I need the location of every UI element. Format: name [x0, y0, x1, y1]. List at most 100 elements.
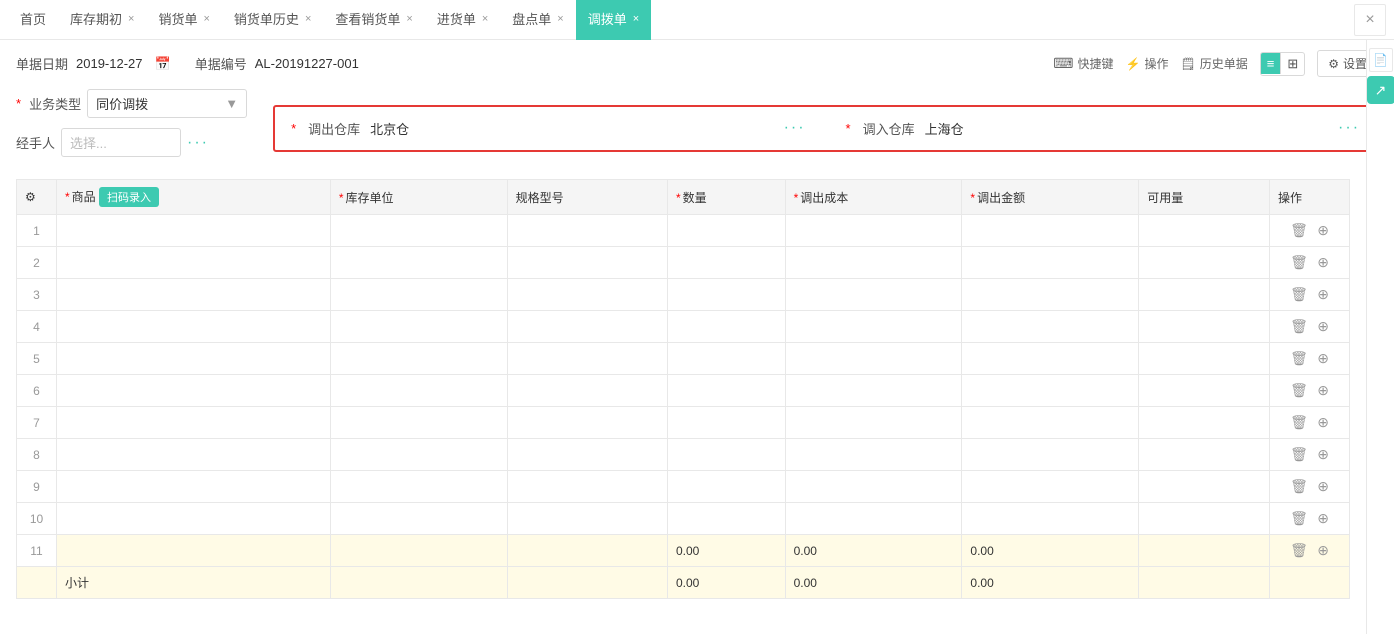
- row-product[interactable]: [57, 503, 331, 535]
- grid-view-button[interactable]: ⊞: [1281, 53, 1304, 75]
- row-copy-icon[interactable]: ⊕: [1317, 222, 1329, 239]
- row-qty[interactable]: [667, 471, 785, 503]
- tab-home[interactable]: 首页: [8, 0, 58, 40]
- tab-purchase[interactable]: 进货单 ×: [425, 0, 500, 40]
- row-qty[interactable]: [667, 247, 785, 279]
- row-action: 🗑 ⊕: [1270, 471, 1350, 503]
- row-delete-icon[interactable]: 🗑: [1290, 414, 1308, 431]
- sidebar-export-button[interactable]: ↗: [1367, 76, 1394, 104]
- row-qty[interactable]: [667, 375, 785, 407]
- row-cost: [785, 215, 962, 247]
- row-product[interactable]: [57, 407, 331, 439]
- history-icon: 🗒: [1180, 57, 1195, 71]
- row-delete-icon[interactable]: 🗑: [1290, 350, 1308, 367]
- business-type-select[interactable]: 同价调拨 ▼: [87, 89, 247, 118]
- tab-inventory[interactable]: 盘点单 ×: [500, 0, 575, 40]
- th-product: *商品 扫码录入: [57, 180, 331, 215]
- warehouse-in-more-dots[interactable]: ···: [1338, 119, 1360, 137]
- row-delete-icon[interactable]: 🗑: [1290, 286, 1308, 303]
- row-product[interactable]: [57, 279, 331, 311]
- tab-stock-init[interactable]: 库存期初 ×: [58, 0, 146, 40]
- tab-sales-order-label: 销货单: [158, 9, 197, 28]
- row-unit: [330, 375, 507, 407]
- tab-view-sales[interactable]: 查看销货单 ×: [323, 0, 424, 40]
- row-amount: [962, 215, 1139, 247]
- row-unit: [330, 279, 507, 311]
- row-product[interactable]: [57, 439, 331, 471]
- row-product[interactable]: [57, 311, 331, 343]
- row-copy-icon[interactable]: ⊕: [1317, 286, 1329, 303]
- handler-more-dots[interactable]: ···: [187, 134, 209, 152]
- row-num: 3: [17, 279, 57, 311]
- tab-sales-history-close[interactable]: ×: [305, 13, 311, 25]
- row-delete-icon[interactable]: 🗑: [1290, 222, 1308, 239]
- sidebar-doc-button[interactable]: 📄: [1369, 48, 1393, 72]
- row-copy-icon[interactable]: ⊕: [1317, 254, 1329, 271]
- warehouse-out-more-dots[interactable]: ···: [784, 119, 806, 137]
- table-header-row: ⚙ *商品 扫码录入 *库存单位 规格型号 *数量 *调出成本 *调出金额 可用…: [17, 180, 1350, 215]
- window-close-button[interactable]: ×: [1354, 4, 1386, 36]
- row-delete-icon[interactable]: 🗑: [1290, 478, 1308, 495]
- tab-stock-init-close[interactable]: ×: [128, 13, 134, 25]
- row-qty[interactable]: [667, 343, 785, 375]
- table-row: 7 🗑 ⊕: [17, 407, 1350, 439]
- history-action[interactable]: 🗒 历史单据: [1180, 55, 1247, 72]
- tab-transfer-close[interactable]: ×: [633, 13, 639, 25]
- scan-button[interactable]: 扫码录入: [99, 187, 159, 207]
- table-row: 9 🗑 ⊕: [17, 471, 1350, 503]
- row-delete-icon[interactable]: 🗑: [1290, 542, 1308, 559]
- tab-transfer[interactable]: 调拨单 ×: [576, 0, 651, 40]
- subtotal-amount: 0.00: [962, 535, 1139, 567]
- tab-sales-history[interactable]: 销货单历史 ×: [222, 0, 323, 40]
- row-qty[interactable]: [667, 439, 785, 471]
- tab-sales-order[interactable]: 销货单 ×: [146, 0, 221, 40]
- row-copy-icon[interactable]: ⊕: [1317, 382, 1329, 399]
- row-product[interactable]: [57, 215, 331, 247]
- th-gear[interactable]: ⚙: [17, 180, 57, 215]
- row-amount: [962, 343, 1139, 375]
- th-spec: 规格型号: [507, 180, 667, 215]
- business-type-label: 业务类型: [29, 94, 81, 113]
- row-qty[interactable]: [667, 311, 785, 343]
- handler-input[interactable]: 选择...: [61, 128, 181, 157]
- row-delete-icon[interactable]: 🗑: [1290, 254, 1308, 271]
- row-copy-icon[interactable]: ⊕: [1317, 414, 1329, 431]
- tab-purchase-close[interactable]: ×: [482, 13, 488, 25]
- operation-action[interactable]: ⚡ 操作: [1126, 55, 1169, 72]
- row-copy-icon[interactable]: ⊕: [1317, 542, 1329, 559]
- row-product[interactable]: [57, 471, 331, 503]
- row-copy-icon[interactable]: ⊕: [1317, 478, 1329, 495]
- subtotal-cost-value: 0.00: [785, 567, 962, 599]
- table-row: 6 🗑 ⊕: [17, 375, 1350, 407]
- row-spec: [507, 375, 667, 407]
- row-qty[interactable]: [667, 279, 785, 311]
- shortcut-action[interactable]: ⌨ 快捷键: [1053, 55, 1113, 72]
- row-product[interactable]: [57, 343, 331, 375]
- row-num: 9: [17, 471, 57, 503]
- row-qty[interactable]: [667, 503, 785, 535]
- list-view-button[interactable]: ≡: [1261, 53, 1282, 74]
- row-spec: [507, 343, 667, 375]
- row-copy-icon[interactable]: ⊕: [1317, 318, 1329, 335]
- row-unit: [330, 311, 507, 343]
- table-wrapper: ⚙ *商品 扫码录入 *库存单位 规格型号 *数量 *调出成本 *调出金额 可用…: [16, 179, 1350, 599]
- row-copy-icon[interactable]: ⊕: [1317, 350, 1329, 367]
- calendar-icon[interactable]: 📅: [155, 56, 171, 72]
- view-toggle-group: ≡ ⊞: [1260, 52, 1306, 76]
- row-delete-icon[interactable]: 🗑: [1290, 318, 1308, 335]
- row-product[interactable]: [57, 375, 331, 407]
- tab-view-sales-close[interactable]: ×: [406, 13, 412, 25]
- row-delete-icon[interactable]: 🗑: [1290, 446, 1308, 463]
- row-spec: [507, 503, 667, 535]
- row-delete-icon[interactable]: 🗑: [1290, 510, 1308, 527]
- row-qty[interactable]: [667, 407, 785, 439]
- table-row: 1 🗑 ⊕: [17, 215, 1350, 247]
- row-copy-icon[interactable]: ⊕: [1317, 510, 1329, 527]
- row-available: [1139, 247, 1270, 279]
- tab-sales-order-close[interactable]: ×: [203, 13, 209, 25]
- row-copy-icon[interactable]: ⊕: [1317, 446, 1329, 463]
- row-qty[interactable]: [667, 215, 785, 247]
- tab-inventory-close[interactable]: ×: [557, 13, 563, 25]
- row-delete-icon[interactable]: 🗑: [1290, 382, 1308, 399]
- row-product[interactable]: [57, 247, 331, 279]
